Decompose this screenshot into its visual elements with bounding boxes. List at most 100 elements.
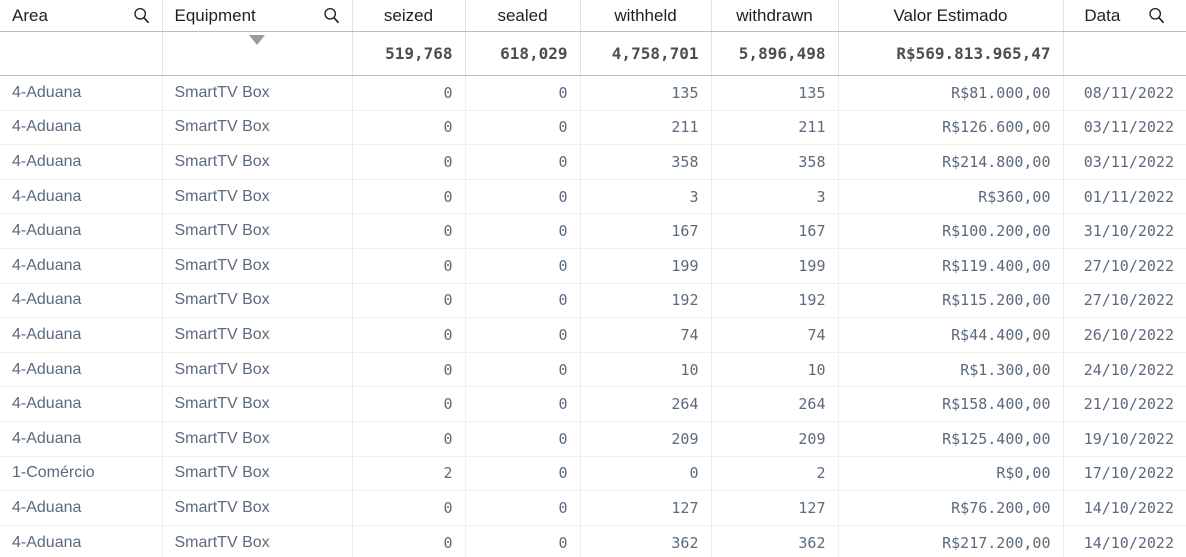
cell-seized: 0 [352, 317, 466, 353]
cell-area: 1-Comércio [0, 456, 163, 492]
cell-equipment: SmartTV Box [162, 283, 353, 319]
cell-withheld: 10 [580, 352, 712, 388]
cell-withheld: 362 [580, 525, 712, 557]
cell-data: 24/10/2022 [1063, 352, 1186, 388]
table-row[interactable]: 4-Aduana SmartTV Box 0 0 74 74 R$44.400,00 26/1… [0, 317, 1186, 353]
cell-withheld: 135 [580, 75, 712, 111]
table-row[interactable]: 4-Aduana SmartTV Box 0 0 3 3 R$360,00 01/11/202… [0, 179, 1186, 215]
data-table-container: Area Equipment seized sealed withheld wi… [0, 0, 1186, 557]
column-header-area[interactable]: Area [0, 0, 163, 32]
cell-sealed: 0 [465, 490, 581, 526]
column-header-equipment[interactable]: Equipment [162, 0, 353, 32]
search-icon[interactable] [1148, 7, 1165, 24]
cell-withdrawn: 209 [711, 421, 839, 457]
cell-withheld: 0 [580, 456, 712, 492]
table-row[interactable]: 4-Aduana SmartTV Box 0 0 167 167 R$100.200,00 3… [0, 213, 1186, 249]
cell-seized: 0 [352, 352, 466, 388]
chevron-down-icon[interactable] [249, 35, 265, 45]
cell-equipment: SmartTV Box [162, 490, 353, 526]
cell-sealed: 0 [465, 213, 581, 249]
table-row[interactable]: 4-Aduana SmartTV Box 0 0 199 199 R$119.400,00 2… [0, 248, 1186, 284]
cell-valor: R$0,00 [838, 456, 1064, 492]
cell-equipment: SmartTV Box [162, 386, 353, 422]
cell-withheld: 127 [580, 490, 712, 526]
cell-sealed: 0 [465, 283, 581, 319]
cell-area: 4-Aduana [0, 352, 163, 388]
column-header-valor-estimado-label: Valor Estimado [893, 6, 1008, 25]
cell-equipment: SmartTV Box [162, 456, 353, 492]
table-row[interactable]: 4-Aduana SmartTV Box 0 0 209 209 R$125.400,00 1… [0, 421, 1186, 457]
cell-equipment: SmartTV Box [162, 317, 353, 353]
cell-valor: R$44.400,00 [838, 317, 1064, 353]
cell-area: 4-Aduana [0, 110, 163, 146]
totals-cell-valor-estimado: R$569.813.965,47 [838, 31, 1064, 76]
cell-seized: 0 [352, 283, 466, 319]
totals-cell-withheld: 4,758,701 [580, 31, 712, 76]
cell-withdrawn: 192 [711, 283, 839, 319]
cell-withdrawn: 135 [711, 75, 839, 111]
table-row[interactable]: 4-Aduana SmartTV Box 0 0 358 358 R$214.800,00 0… [0, 144, 1186, 180]
table-row[interactable]: 4-Aduana SmartTV Box 0 0 264 264 R$158.400,00 2… [0, 386, 1186, 422]
cell-sealed: 0 [465, 75, 581, 111]
column-header-seized[interactable]: seized [352, 0, 466, 32]
table-body: 4-Aduana SmartTV Box 0 0 135 135 R$81.000,00 08… [0, 75, 1186, 557]
cell-data: 21/10/2022 [1063, 386, 1186, 422]
cell-withheld: 209 [580, 421, 712, 457]
totals-cell-sealed: 618,029 [465, 31, 581, 76]
column-header-valor-estimado[interactable]: Valor Estimado [838, 0, 1064, 32]
column-header-sealed-label: sealed [497, 6, 548, 25]
cell-seized: 0 [352, 75, 466, 111]
cell-valor: R$217.200,00 [838, 525, 1064, 557]
column-header-withdrawn-label: withdrawn [736, 6, 813, 25]
cell-sealed: 0 [465, 456, 581, 492]
table-header-row: Area Equipment seized sealed withheld wi… [0, 0, 1186, 32]
cell-seized: 0 [352, 110, 466, 146]
totals-cell-withdrawn: 5,896,498 [711, 31, 839, 76]
cell-area: 4-Aduana [0, 75, 163, 111]
cell-data: 27/10/2022 [1063, 283, 1186, 319]
cell-valor: R$81.000,00 [838, 75, 1064, 111]
cell-withdrawn: 127 [711, 490, 839, 526]
cell-withheld: 211 [580, 110, 712, 146]
cell-data: 27/10/2022 [1063, 248, 1186, 284]
search-icon[interactable] [323, 7, 340, 24]
cell-area: 4-Aduana [0, 248, 163, 284]
table-row[interactable]: 4-Aduana SmartTV Box 0 0 135 135 R$81.000,00 08… [0, 75, 1186, 111]
cell-seized: 0 [352, 179, 466, 215]
cell-withdrawn: 199 [711, 248, 839, 284]
cell-valor: R$100.200,00 [838, 213, 1064, 249]
cell-valor: R$115.200,00 [838, 283, 1064, 319]
data-table: Area Equipment seized sealed withheld wi… [0, 0, 1186, 557]
cell-seized: 0 [352, 386, 466, 422]
column-header-data[interactable]: Data [1063, 0, 1186, 32]
cell-area: 4-Aduana [0, 179, 163, 215]
cell-withdrawn: 167 [711, 213, 839, 249]
table-row[interactable]: 1-Comércio SmartTV Box 2 0 0 2 R$0,00 17/10/202… [0, 456, 1186, 492]
cell-valor: R$125.400,00 [838, 421, 1064, 457]
cell-equipment: SmartTV Box [162, 110, 353, 146]
column-header-withdrawn[interactable]: withdrawn [711, 0, 839, 32]
cell-area: 4-Aduana [0, 386, 163, 422]
column-header-sealed[interactable]: sealed [465, 0, 581, 32]
cell-data: 08/11/2022 [1063, 75, 1186, 111]
cell-withheld: 358 [580, 144, 712, 180]
totals-cell-seized: 519,768 [352, 31, 466, 76]
cell-valor: R$126.600,00 [838, 110, 1064, 146]
cell-data: 31/10/2022 [1063, 213, 1186, 249]
cell-sealed: 0 [465, 110, 581, 146]
cell-area: 4-Aduana [0, 317, 163, 353]
column-header-equipment-label: Equipment [174, 6, 256, 25]
cell-area: 4-Aduana [0, 283, 163, 319]
cell-data: 19/10/2022 [1063, 421, 1186, 457]
column-header-withheld[interactable]: withheld [580, 0, 712, 32]
table-row[interactable]: 4-Aduana SmartTV Box 0 0 211 211 R$126.600,00 0… [0, 110, 1186, 146]
cell-withheld: 264 [580, 386, 712, 422]
cell-valor: R$158.400,00 [838, 386, 1064, 422]
table-row[interactable]: 4-Aduana SmartTV Box 0 0 127 127 R$76.200,00 14… [0, 490, 1186, 526]
search-icon[interactable] [133, 7, 150, 24]
table-row[interactable]: 4-Aduana SmartTV Box 0 0 10 10 R$1.300,00 24/10… [0, 352, 1186, 388]
cell-equipment: SmartTV Box [162, 421, 353, 457]
cell-area: 4-Aduana [0, 490, 163, 526]
table-row[interactable]: 4-Aduana SmartTV Box 0 0 362 362 R$217.200,00 1… [0, 525, 1186, 557]
table-row[interactable]: 4-Aduana SmartTV Box 0 0 192 192 R$115.200,00 2… [0, 283, 1186, 319]
